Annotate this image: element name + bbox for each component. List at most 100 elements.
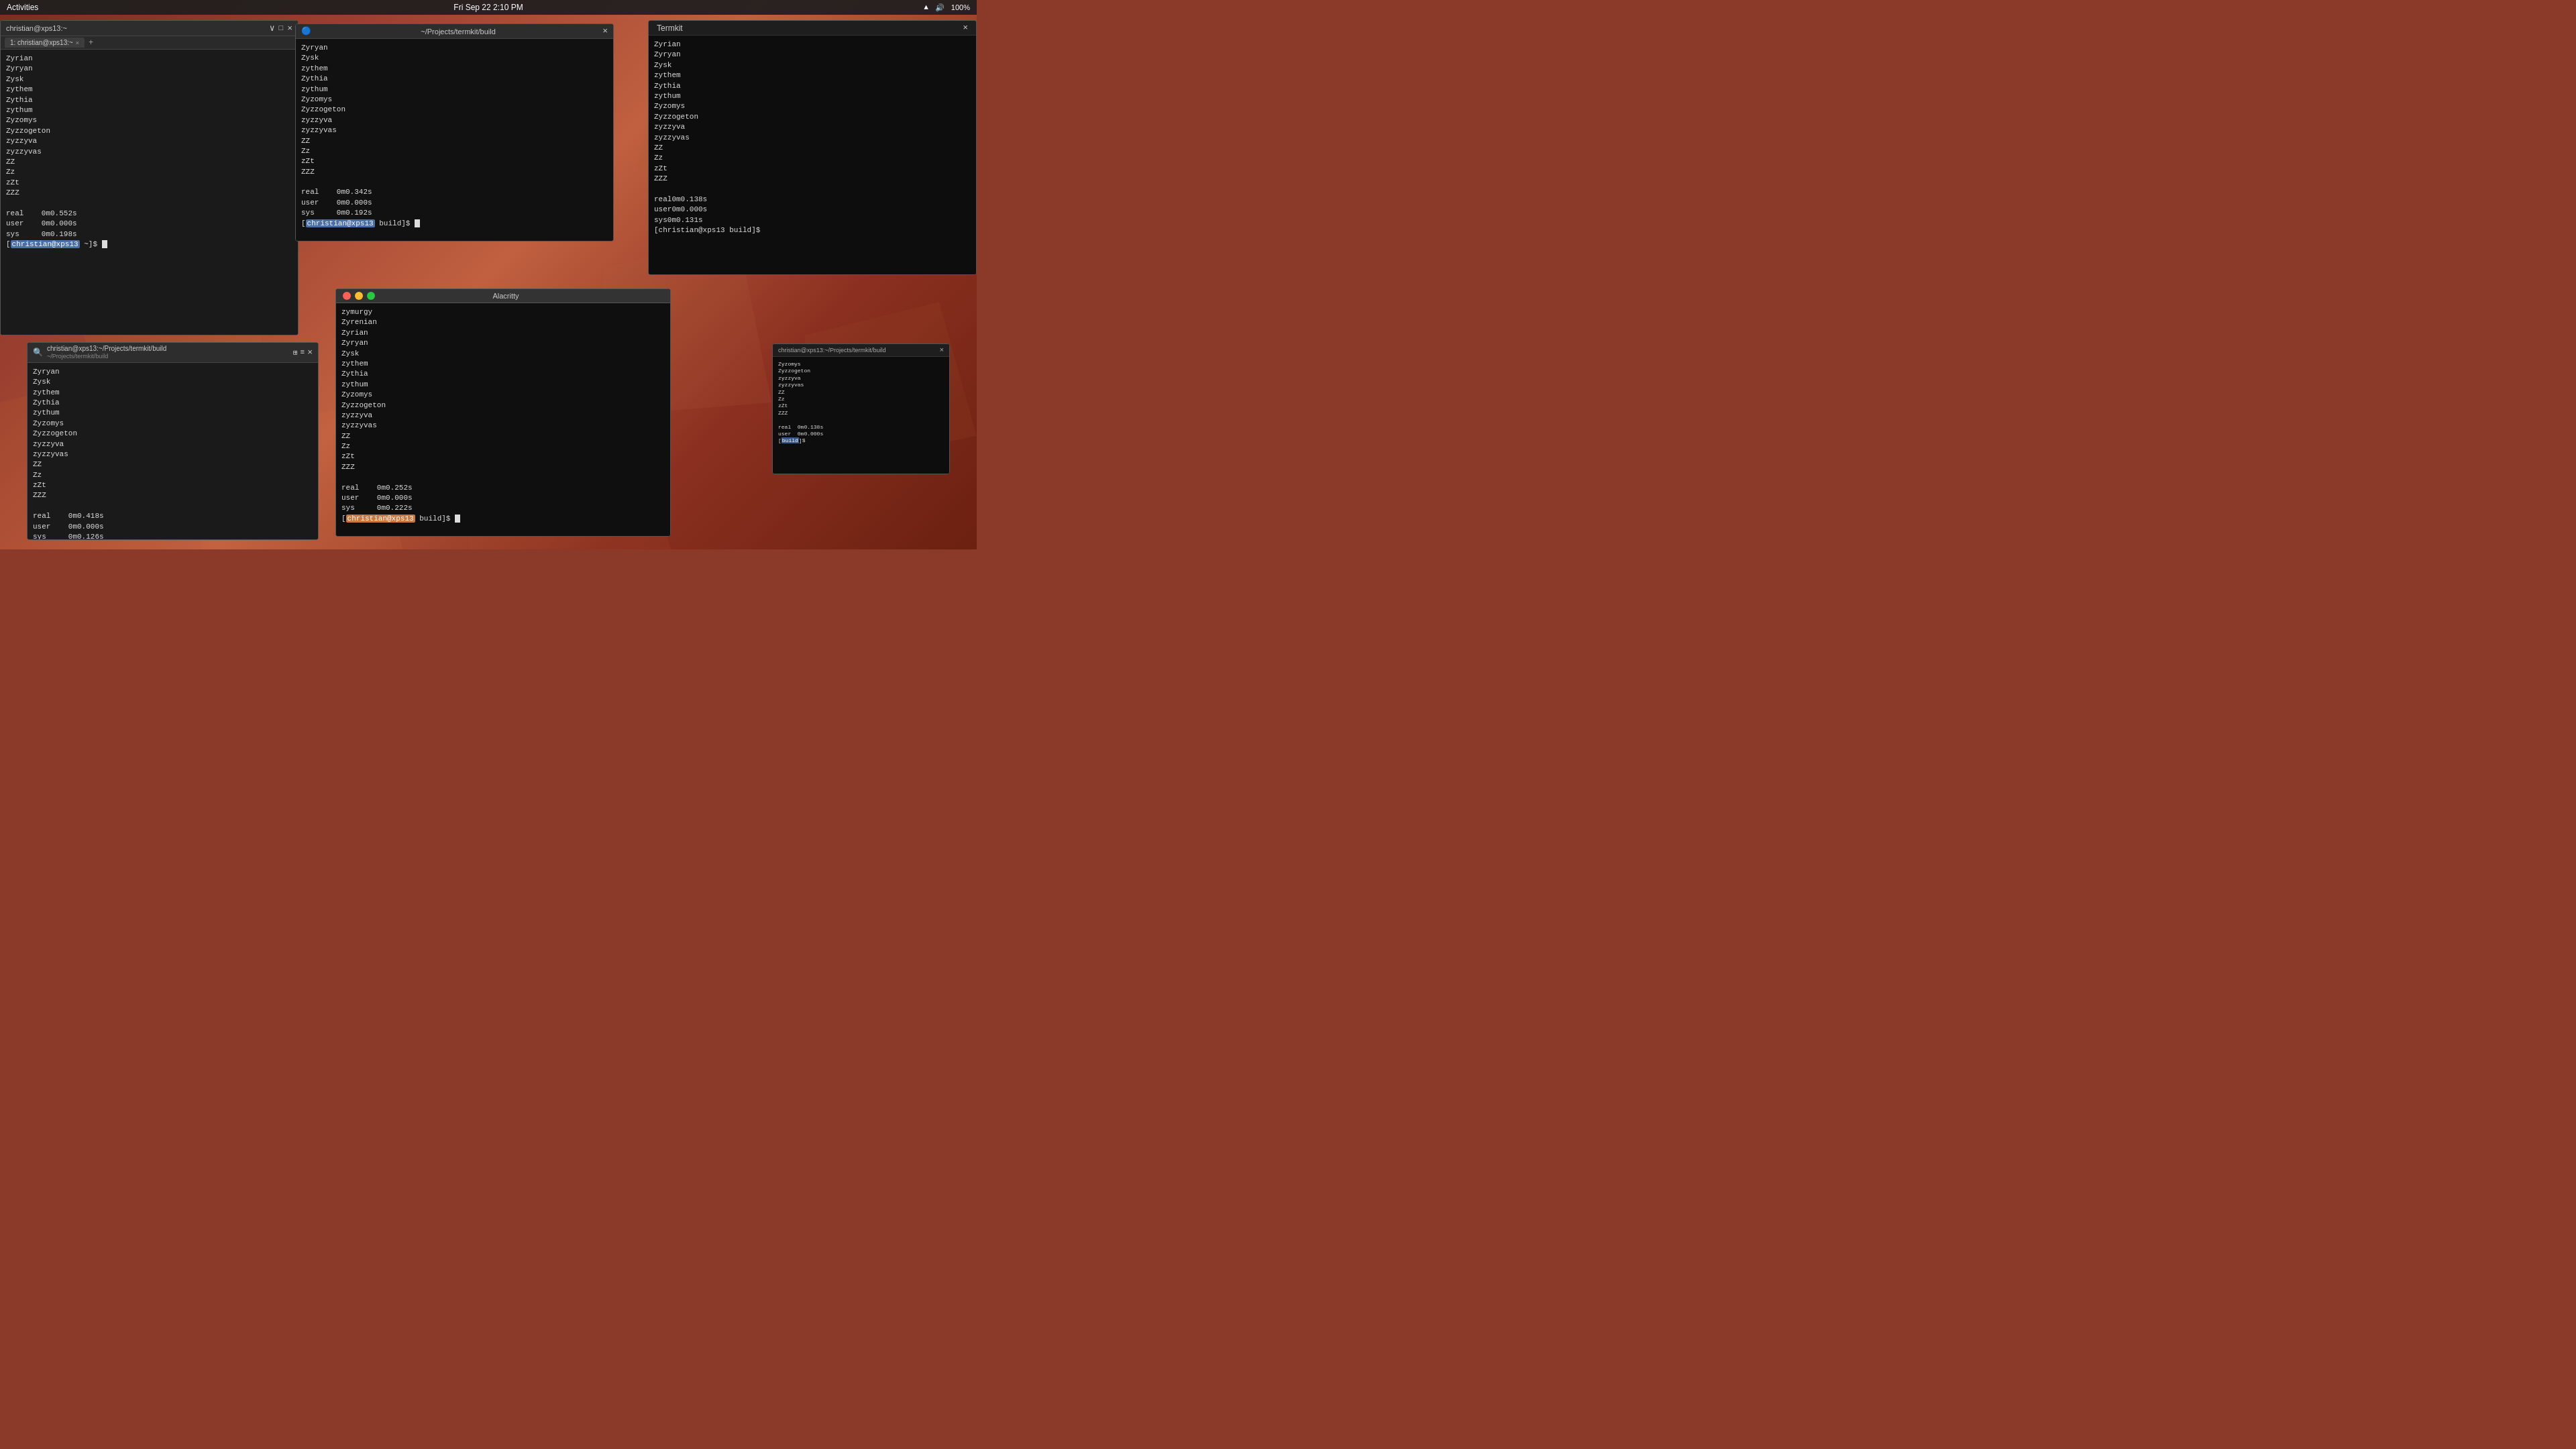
term-line: Zyzzogeton bbox=[778, 368, 944, 374]
term-line: zythem bbox=[33, 388, 313, 398]
term-line: Zyzomys bbox=[778, 361, 944, 368]
termkit2-close-icon[interactable]: × bbox=[939, 346, 944, 354]
alacritty-min-button[interactable] bbox=[355, 292, 363, 300]
term-line: ZZZ bbox=[6, 188, 292, 198]
term-line: zythum bbox=[654, 91, 971, 101]
alacritty-close-button[interactable] bbox=[343, 292, 351, 300]
termkit-titlebar: Termkit × bbox=[649, 21, 976, 36]
topbar-left: Activities bbox=[7, 3, 38, 12]
term-line: Zythia bbox=[33, 398, 313, 408]
tilix2-title-area: 🔍 christian@xps13:~/Projects/termkit/bui… bbox=[33, 345, 166, 360]
bash-prompt-user: christian@xps13 bbox=[306, 219, 375, 227]
term-line: Zyrian bbox=[654, 40, 971, 50]
alacritty-title: Alacritty bbox=[492, 292, 519, 300]
tilix-tab-close-icon[interactable]: × bbox=[76, 40, 79, 46]
term-timing-user: user 0m0.000s bbox=[341, 493, 665, 503]
term-line bbox=[301, 177, 608, 187]
cursor bbox=[455, 515, 460, 523]
term-line: Zyzomys bbox=[33, 419, 313, 429]
term-line: zyzzyva bbox=[654, 122, 971, 132]
term-line: Zyryan bbox=[654, 50, 971, 60]
termkit2-content[interactable]: Zyzomys Zyzzogeton zyzzyva zyzzyvas ZZ Z… bbox=[773, 357, 949, 474]
term-timing-sys: sys 0m0.198s bbox=[6, 229, 292, 239]
term-line: Zz bbox=[33, 470, 313, 480]
tilix2-new-tab-icon[interactable]: ⊞ bbox=[293, 348, 298, 357]
bash-close-icon[interactable]: × bbox=[602, 26, 608, 36]
tilix-close-icon[interactable]: × bbox=[287, 23, 292, 34]
bash-window: 🔵 ~/Projects/termkit/build × Zyryan Zysk… bbox=[295, 23, 614, 241]
tilix2-close-icon[interactable]: × bbox=[307, 347, 313, 358]
term-line: ZZZ bbox=[341, 462, 665, 472]
term-timing-real: real 0m0.342s bbox=[301, 187, 608, 197]
term-timing-user: user 0m0.000s bbox=[6, 219, 292, 229]
term-line: ZZ bbox=[654, 143, 971, 153]
termkit2-prompt-user: build bbox=[782, 437, 799, 443]
term-line: zZt bbox=[301, 156, 608, 166]
term-line: zyzzyvas bbox=[6, 147, 292, 157]
tilix2-menu-icon[interactable]: ≡ bbox=[301, 348, 305, 356]
term-line: zyzzyva bbox=[778, 375, 944, 382]
termkit2-window: christian@xps13:~/Projects/termkit/build… bbox=[772, 343, 950, 474]
prompt-user: christian@xps13 bbox=[11, 240, 80, 248]
term-line: Zyzzogeton bbox=[341, 400, 665, 411]
term-line: Zythia bbox=[654, 81, 971, 91]
term-line: Zz bbox=[778, 396, 944, 402]
term-line: Zythia bbox=[301, 74, 608, 84]
term-line: Zythia bbox=[341, 369, 665, 379]
topbar-center: Fri Sep 22 2:10 PM bbox=[453, 3, 523, 13]
bash-title: ~/Projects/termkit/build bbox=[421, 28, 496, 36]
tilix-title: christian@xps13:~ bbox=[6, 24, 67, 32]
term-line: ZZ bbox=[341, 431, 665, 441]
term-line: zZt bbox=[341, 451, 665, 462]
tilix2-search-icon[interactable]: 🔍 bbox=[33, 347, 43, 358]
term-line: Zyzzogeton bbox=[6, 126, 292, 136]
term-line: Zz bbox=[341, 441, 665, 451]
term-line: ZZ bbox=[301, 136, 608, 146]
bash-titlebar: 🔵 ~/Projects/termkit/build × bbox=[296, 24, 613, 39]
alacritty-window: Alacritty zymurgy Zyrenian Zyrian Zyryan… bbox=[335, 288, 671, 537]
term-timing-user: user 0m0.000s bbox=[301, 198, 608, 208]
term-line: zyzzyvas bbox=[778, 382, 944, 388]
term-line: zyzzyva bbox=[301, 115, 608, 125]
termkit2-title: christian@xps13:~/Projects/termkit/build bbox=[778, 347, 885, 354]
tilix-tab-1[interactable]: 1: christian@xps13:~ × bbox=[5, 38, 85, 48]
term-line: Zyryan bbox=[6, 64, 292, 74]
term-line: Zyzomys bbox=[341, 390, 665, 400]
alacritty-max-button[interactable] bbox=[367, 292, 375, 300]
tilix-minimize-icon[interactable]: ∨ bbox=[270, 23, 275, 34]
tilix-main-window: christian@xps13:~ ∨ □ × 1: christian@xps… bbox=[0, 20, 299, 335]
termkit-close-icon[interactable]: × bbox=[963, 23, 968, 33]
term-line: Zyzzogeton bbox=[654, 112, 971, 122]
term-line bbox=[778, 417, 944, 423]
term-line: Zyryan bbox=[33, 367, 313, 377]
tilix-add-tab-icon[interactable]: + bbox=[89, 38, 93, 48]
term-line: zyzzyvas bbox=[654, 133, 971, 143]
tilix-maximize-icon[interactable]: □ bbox=[279, 24, 284, 32]
termkit-main-content[interactable]: Zyrian Zyryan Zysk zythem Zythia zythum … bbox=[649, 36, 976, 274]
term-line: zythum bbox=[341, 380, 665, 390]
term-timing-real: real 0m0.552s bbox=[6, 209, 292, 219]
term-timing-sys: sys0m0.131s bbox=[654, 215, 971, 225]
term-timing-real: real 0m0.418s bbox=[33, 511, 313, 521]
term-timing-user: user 0m0.000s bbox=[33, 522, 313, 532]
tilix2-window: 🔍 christian@xps13:~/Projects/termkit/bui… bbox=[27, 342, 319, 540]
tilix2-content[interactable]: Zyryan Zysk zythem Zythia zythum Zyzomys… bbox=[28, 363, 318, 539]
term-timing-sys: sys 0m0.126s bbox=[33, 532, 313, 539]
bash-title-icon: 🔵 bbox=[301, 26, 311, 36]
term-line: Zyzomys bbox=[6, 115, 292, 125]
term-line: ZZZ bbox=[654, 174, 971, 184]
bash-content[interactable]: Zyryan Zysk zythem Zythia zythum Zyzomys… bbox=[296, 39, 613, 241]
tilix-main-content[interactable]: Zyrian Zyryan Zysk zythem Zythia zythum … bbox=[1, 50, 298, 335]
term-line: Zyzomys bbox=[301, 95, 608, 105]
activities-button[interactable]: Activities bbox=[7, 3, 38, 12]
term-timing-user: user0m0.000s bbox=[654, 205, 971, 215]
term-line bbox=[654, 184, 971, 194]
alacritty-content[interactable]: zymurgy Zyrenian Zyrian Zyryan Zysk zyth… bbox=[336, 303, 670, 536]
tilix2-title: christian@xps13:~/Projects/termkit/build bbox=[47, 345, 166, 353]
tilix-tab-label: 1: christian@xps13:~ bbox=[10, 39, 73, 46]
volume-icon: 🔊 bbox=[935, 3, 945, 12]
term-line: zyzzyvas bbox=[33, 449, 313, 460]
tilix-main-titlebar: christian@xps13:~ ∨ □ × bbox=[1, 21, 298, 36]
datetime-display: Fri Sep 22 2:10 PM bbox=[453, 3, 523, 12]
alacritty-window-buttons bbox=[343, 292, 375, 300]
